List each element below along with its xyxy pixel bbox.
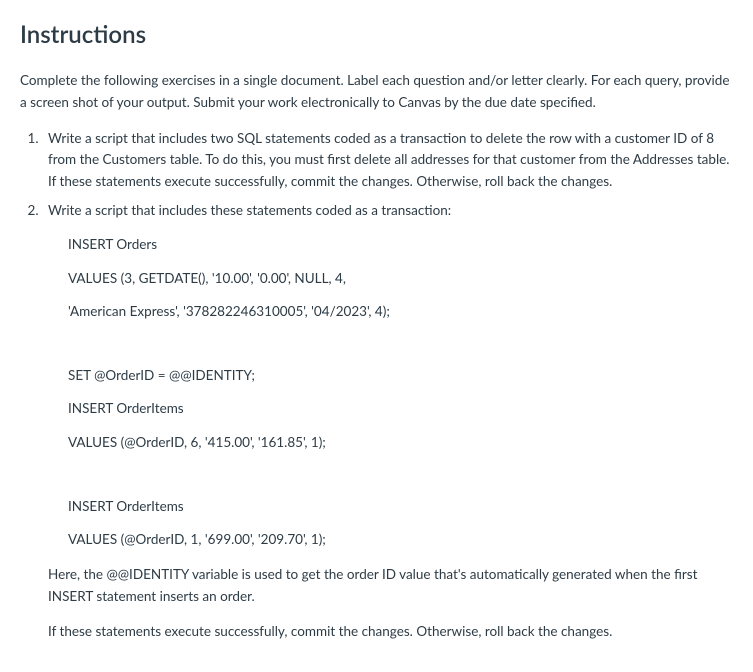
code-line: INSERT Orders bbox=[68, 234, 733, 256]
code-gap bbox=[68, 335, 733, 353]
exercise-2-text: Write a script that includes these state… bbox=[48, 202, 451, 218]
page-heading: Instructions bbox=[20, 16, 733, 54]
code-line: VALUES (@OrderID, 6, '415.00', '161.85',… bbox=[68, 432, 733, 454]
instructions-intro: Complete the following exercises in a si… bbox=[20, 70, 733, 113]
code-line: INSERT OrderItems bbox=[68, 398, 733, 420]
code-line: VALUES (3, GETDATE(), '10.00', '0.00', N… bbox=[68, 268, 733, 290]
code-line: VALUES (@OrderID, 1, '699.00', '209.70',… bbox=[68, 529, 733, 551]
code-line: 'American Express', '378282246310005', '… bbox=[68, 301, 733, 323]
exercise-2-explain-1: Here, the @@IDENTITY variable is used to… bbox=[48, 564, 733, 607]
exercise-item-1: Write a script that includes two SQL sta… bbox=[42, 128, 733, 193]
code-line: INSERT OrderItems bbox=[68, 496, 733, 518]
exercise-2-explain-2: If these statements execute successfully… bbox=[48, 621, 733, 643]
code-gap bbox=[68, 466, 733, 484]
exercise-1-text: Write a script that includes two SQL sta… bbox=[48, 130, 729, 189]
code-line: SET @OrderID = @@IDENTITY; bbox=[68, 365, 733, 387]
exercise-list: Write a script that includes two SQL sta… bbox=[20, 128, 733, 643]
exercise-2-code-block: INSERT Orders VALUES (3, GETDATE(), '10.0… bbox=[48, 234, 733, 551]
exercise-item-2: Write a script that includes these state… bbox=[42, 200, 733, 642]
